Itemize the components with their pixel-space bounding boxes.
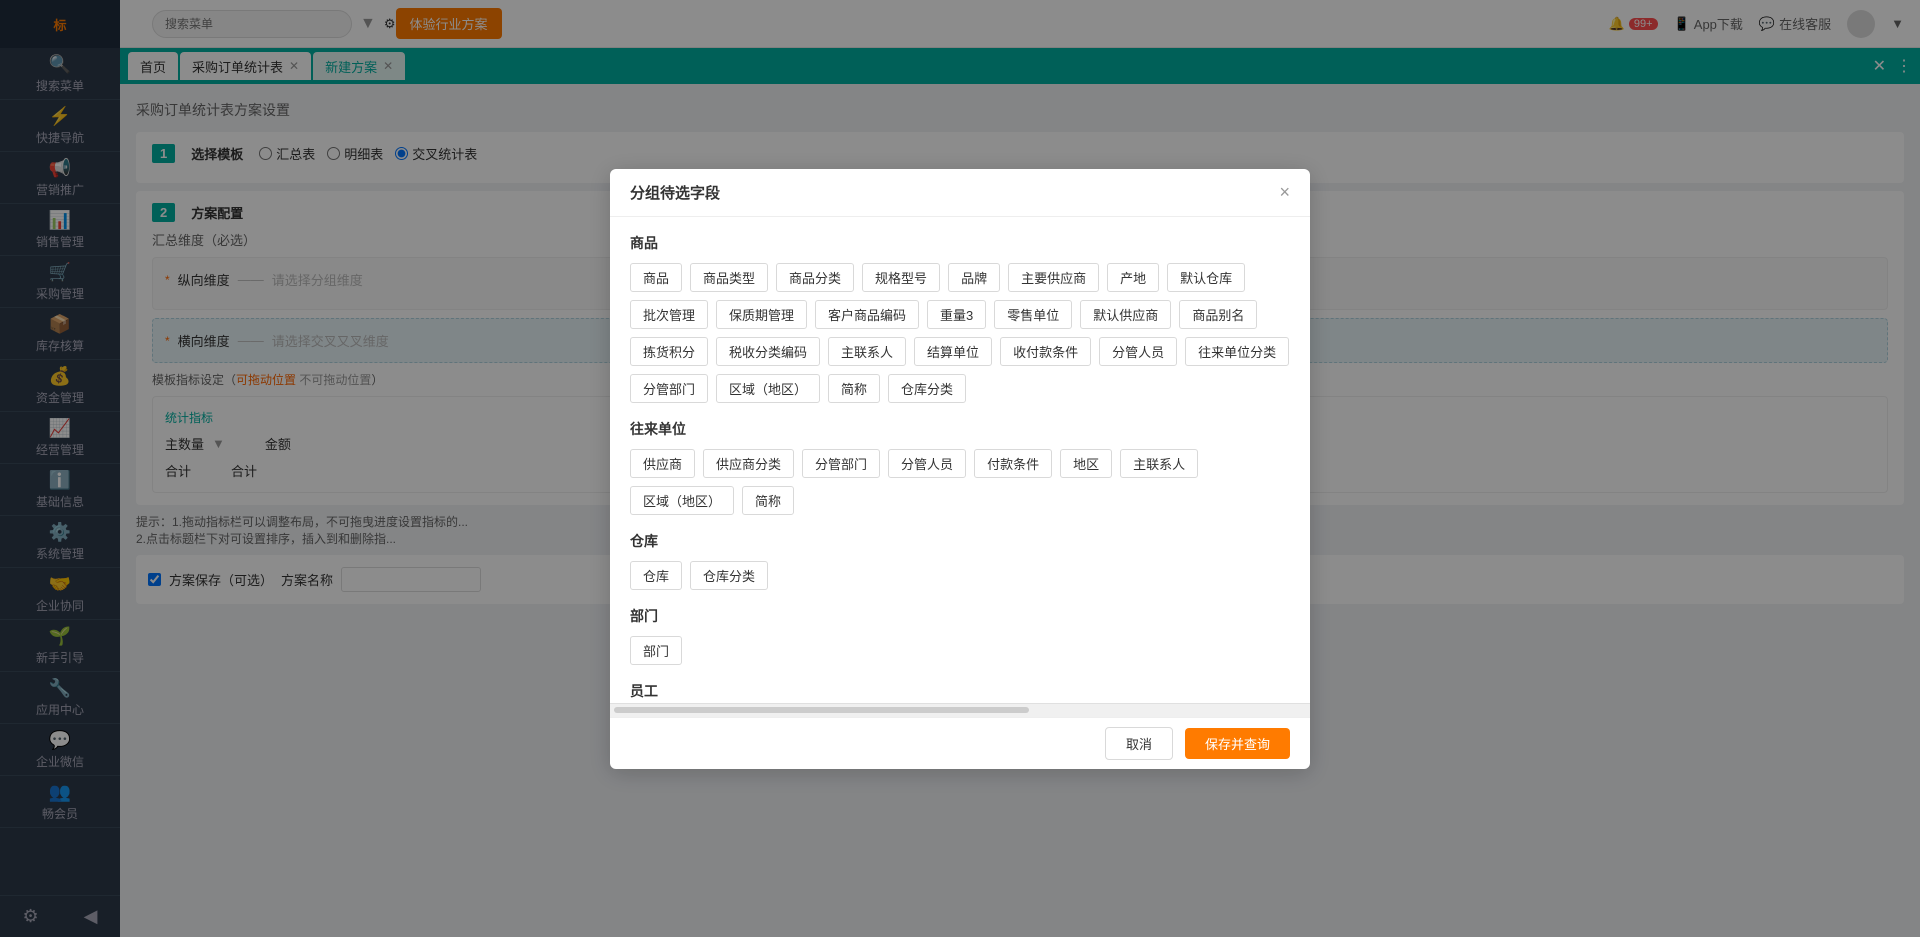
modal-close-btn[interactable]: × [1279, 182, 1290, 203]
field-tags-2: 仓库仓库分类 [630, 561, 1290, 590]
field-tag-0-18[interactable]: 结算单位 [914, 337, 992, 366]
field-tag-0-6[interactable]: 产地 [1107, 263, 1159, 292]
field-tag-0-11[interactable]: 重量3 [927, 300, 986, 329]
cancel-button[interactable]: 取消 [1105, 727, 1173, 760]
field-tag-1-4[interactable]: 付款条件 [974, 449, 1052, 478]
modal-title: 分组待选字段 [630, 182, 720, 203]
field-tags-1: 供应商供应商分类分管部门分管人员付款条件地区主联系人区域（地区） 简称 [630, 449, 1290, 515]
field-tag-1-2[interactable]: 分管部门 [802, 449, 880, 478]
field-tag-0-12[interactable]: 零售单位 [994, 300, 1072, 329]
field-tag-0-3[interactable]: 规格型号 [862, 263, 940, 292]
field-tag-2-1[interactable]: 仓库分类 [690, 561, 768, 590]
field-tag-1-1[interactable]: 供应商分类 [703, 449, 794, 478]
modal-footer: 取消 保存并查询 [610, 717, 1310, 769]
field-tag-0-21[interactable]: 往来单位分类 [1185, 337, 1289, 366]
modal-overlay: 分组待选字段 × 商品商品商品类型商品分类规格型号品牌主要供应商产地默认仓库批次… [0, 0, 1920, 937]
field-tag-0-13[interactable]: 默认供应商 [1080, 300, 1171, 329]
field-tag-0-8[interactable]: 批次管理 [630, 300, 708, 329]
field-tag-0-20[interactable]: 分管人员 [1099, 337, 1177, 366]
field-tag-0-17[interactable]: 主联系人 [828, 337, 906, 366]
field-tags-3: 部门 [630, 636, 1290, 665]
field-tag-1-8[interactable]: 简称 [742, 486, 794, 515]
field-group-title-4: 员工 [630, 681, 1290, 701]
field-tag-0-10[interactable]: 客户商品编码 [815, 300, 919, 329]
modal-hscroll [610, 703, 1310, 717]
modal-body: 商品商品商品类型商品分类规格型号品牌主要供应商产地默认仓库批次管理保质期管理客户… [610, 217, 1310, 703]
field-group-4: 员工业务员 [630, 681, 1290, 703]
field-tag-0-25[interactable]: 仓库分类 [888, 374, 966, 403]
field-tag-0-9[interactable]: 保质期管理 [716, 300, 807, 329]
field-tag-1-6[interactable]: 主联系人 [1120, 449, 1198, 478]
field-tag-0-4[interactable]: 品牌 [948, 263, 1000, 292]
field-tag-1-5[interactable]: 地区 [1060, 449, 1112, 478]
field-group-1: 往来单位供应商供应商分类分管部门分管人员付款条件地区主联系人区域（地区） 简称 [630, 419, 1290, 515]
modal-header: 分组待选字段 × [610, 169, 1310, 217]
field-tag-0-24[interactable]: 简称 [828, 374, 880, 403]
horizontal-scrollbar[interactable] [614, 707, 1029, 713]
field-tag-0-23[interactable]: 区域（地区） [716, 374, 820, 403]
field-group-title-0: 商品 [630, 233, 1290, 253]
field-tag-1-0[interactable]: 供应商 [630, 449, 695, 478]
confirm-button[interactable]: 保存并查询 [1185, 728, 1290, 759]
field-group-title-3: 部门 [630, 606, 1290, 626]
field-tag-0-22[interactable]: 分管部门 [630, 374, 708, 403]
field-tag-0-15[interactable]: 拣货积分 [630, 337, 708, 366]
field-tags-0: 商品商品类型商品分类规格型号品牌主要供应商产地默认仓库批次管理保质期管理客户商品… [630, 263, 1290, 403]
field-tag-2-0[interactable]: 仓库 [630, 561, 682, 590]
field-group-title-1: 往来单位 [630, 419, 1290, 439]
field-tag-0-1[interactable]: 商品类型 [690, 263, 768, 292]
field-tag-0-0[interactable]: 商品 [630, 263, 682, 292]
field-tag-0-7[interactable]: 默认仓库 [1167, 263, 1245, 292]
field-tag-0-2[interactable]: 商品分类 [776, 263, 854, 292]
field-tag-0-14[interactable]: 商品别名 [1179, 300, 1257, 329]
field-tag-0-19[interactable]: 收付款条件 [1000, 337, 1091, 366]
field-tag-0-16[interactable]: 税收分类编码 [716, 337, 820, 366]
field-tag-1-7[interactable]: 区域（地区） [630, 486, 734, 515]
modal: 分组待选字段 × 商品商品商品类型商品分类规格型号品牌主要供应商产地默认仓库批次… [610, 169, 1310, 769]
field-tag-3-0[interactable]: 部门 [630, 636, 682, 665]
field-tag-1-3[interactable]: 分管人员 [888, 449, 966, 478]
field-group-title-2: 仓库 [630, 531, 1290, 551]
field-group-2: 仓库仓库仓库分类 [630, 531, 1290, 590]
field-tag-0-5[interactable]: 主要供应商 [1008, 263, 1099, 292]
field-group-0: 商品商品商品类型商品分类规格型号品牌主要供应商产地默认仓库批次管理保质期管理客户… [630, 233, 1290, 403]
field-group-3: 部门部门 [630, 606, 1290, 665]
